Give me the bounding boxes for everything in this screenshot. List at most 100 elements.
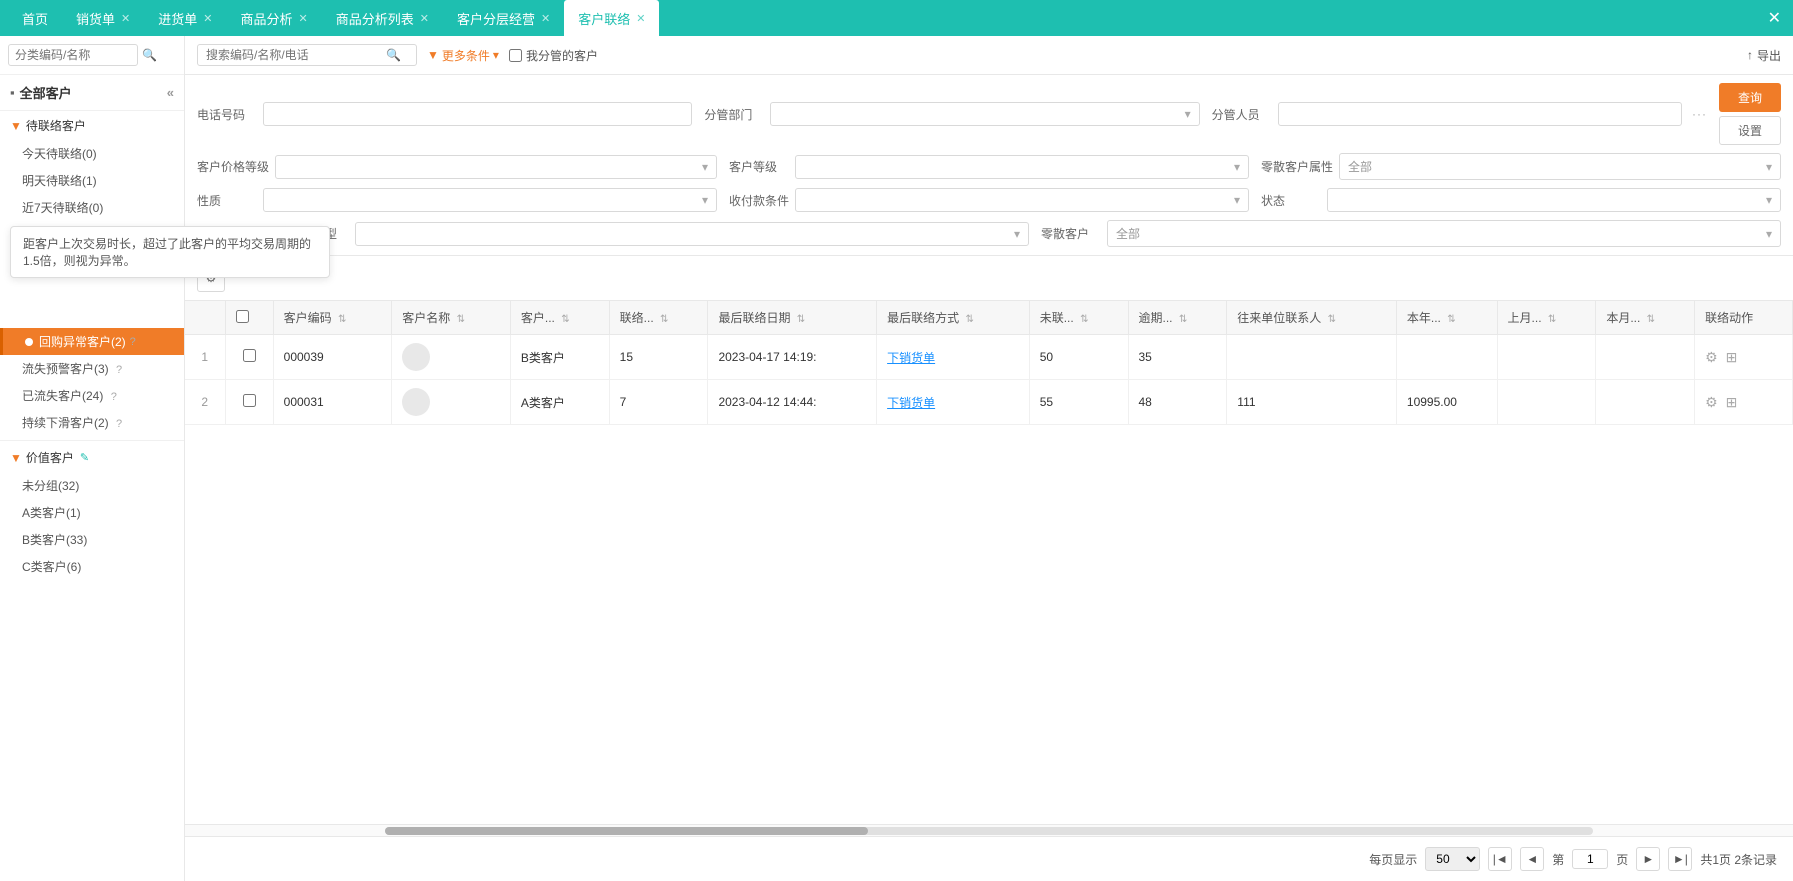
code-sort-icon: ⇅: [338, 314, 346, 325]
row2-check[interactable]: [243, 394, 256, 407]
query-button[interactable]: 查询: [1719, 83, 1781, 112]
row2-contact: 7: [609, 380, 708, 425]
nav-close-all-button[interactable]: ✕: [1768, 8, 1781, 28]
last-page-button[interactable]: ►|: [1668, 847, 1692, 871]
payment-select[interactable]: ▾: [795, 188, 1249, 212]
value-group[interactable]: ▼ 价值客户 ✎: [0, 440, 184, 472]
row1-last-month: [1497, 335, 1596, 380]
first-page-button[interactable]: |◄: [1488, 847, 1512, 871]
export-button[interactable]: ↑ 导出: [1747, 47, 1781, 64]
value-group-edit-icon[interactable]: ✎: [80, 451, 89, 464]
customer-type-select[interactable]: ▾: [355, 222, 1029, 246]
customer-level-select[interactable]: ▾: [795, 155, 1249, 179]
col-overdue[interactable]: 逾期... ⇅: [1128, 301, 1227, 335]
search-input[interactable]: [206, 48, 386, 62]
scrollbar-thumb: [385, 827, 868, 835]
col-this-year[interactable]: 本年... ⇅: [1396, 301, 1497, 335]
scatter-attr-select[interactable]: 全部 ▾: [1339, 153, 1781, 180]
sidebar-search-icon[interactable]: 🔍: [142, 48, 157, 62]
col-contact[interactable]: 联络... ⇅: [609, 301, 708, 335]
sidebar-item-b[interactable]: B类客户(33): [0, 526, 184, 553]
sidebar-item-c[interactable]: C类客户(6): [0, 553, 184, 580]
close-customer-contact-icon[interactable]: ✕: [636, 12, 645, 25]
row2-grid-icon[interactable]: ⊞: [1726, 394, 1738, 411]
scatter-attr-chevron-icon: ▾: [1766, 160, 1772, 174]
more-conditions-button[interactable]: ▼ 更多条件: [427, 47, 499, 64]
sidebar-item-repurchase[interactable]: 回购异常客户(2) ?: [0, 328, 184, 355]
sidebar-item-declining[interactable]: 持续下滑客户(2) ?: [0, 409, 184, 436]
price-chevron-icon: ▾: [702, 160, 708, 174]
pending-group[interactable]: ▼ 待联络客户: [0, 111, 184, 140]
sidebar-item-a[interactable]: A类客户(1): [0, 499, 184, 526]
filter-manager: 分管人员 ···: [1212, 102, 1707, 126]
col-unit-contact[interactable]: 往来单位联系人 ⇅: [1227, 301, 1397, 335]
col-this-month[interactable]: 本月... ⇅: [1596, 301, 1695, 335]
close-sales-icon[interactable]: ✕: [121, 12, 130, 25]
contact-sort-icon: ⇅: [660, 314, 668, 325]
sidebar-item-7days[interactable]: 近7天待联络(0): [0, 194, 184, 221]
close-purchase-icon[interactable]: ✕: [203, 12, 212, 25]
dept-chevron-icon: ▾: [1185, 107, 1191, 121]
row1-last-date: 2023-04-17 14:19:: [708, 335, 877, 380]
row1-grid-icon[interactable]: ⊞: [1726, 349, 1738, 366]
dept-select[interactable]: ▾: [770, 102, 1199, 126]
price-level-select[interactable]: ▾: [275, 155, 717, 179]
nav-sales[interactable]: 销货单 ✕: [62, 0, 144, 36]
close-product-analysis-icon[interactable]: ✕: [299, 12, 308, 25]
row2-unit-contact: 111: [1227, 380, 1397, 425]
filter-customer-level: 客户等级 ▾: [729, 155, 1249, 179]
sidebar-item-lost[interactable]: 已流失客户(24) ?: [0, 382, 184, 409]
close-customer-tier-icon[interactable]: ✕: [541, 12, 550, 25]
value-arrow-icon: ▼: [10, 451, 22, 465]
sidebar-item-ungroup[interactable]: 未分组(32): [0, 472, 184, 499]
row2-link-icon[interactable]: ⚙: [1705, 394, 1718, 411]
per-page-select[interactable]: 50 100 200: [1425, 847, 1480, 871]
nav-purchase[interactable]: 进货单 ✕: [144, 0, 226, 36]
page-suffix-label: 页: [1616, 851, 1628, 868]
nav-product-list[interactable]: 商品分析列表 ✕: [322, 0, 443, 36]
sidebar-collapse-button[interactable]: «: [167, 85, 174, 100]
table-row: 1 000039 B类客户: [185, 335, 1793, 380]
page-number-input[interactable]: [1572, 849, 1608, 869]
status-select[interactable]: ▾: [1327, 188, 1781, 212]
prev-page-button[interactable]: ◄: [1520, 847, 1544, 871]
select-all-checkbox[interactable]: [236, 310, 249, 323]
settings-button[interactable]: 设置: [1719, 116, 1781, 145]
col-type[interactable]: 客户... ⇅: [510, 301, 609, 335]
nav-customer-tier[interactable]: 客户分层经营 ✕: [443, 0, 564, 36]
row1-link-icon[interactable]: ⚙: [1705, 349, 1718, 366]
close-product-list-icon[interactable]: ✕: [420, 12, 429, 25]
col-last-date[interactable]: 最后联络日期 ⇅: [708, 301, 877, 335]
sidebar-search-area: 🔍: [0, 36, 184, 75]
question-icon: ?: [130, 336, 136, 348]
sidebar-item-loss-warning[interactable]: 流失预警客户(3) ?: [0, 355, 184, 382]
customer-type-chevron-icon: ▾: [1014, 227, 1020, 241]
scatter-select[interactable]: 全部 ▾: [1107, 220, 1781, 247]
all-customers-header[interactable]: ▪ 全部客户 «: [0, 75, 184, 111]
filter-row-3: 性质 ▾ 收付款条件 ▾ 状态: [197, 188, 1781, 212]
row1-check[interactable]: [243, 349, 256, 362]
phone-input[interactable]: [263, 102, 692, 126]
horizontal-scrollbar[interactable]: [185, 824, 1793, 836]
sidebar-item-tomorrow[interactable]: 明天待联络(1): [0, 167, 184, 194]
manager-dots-icon[interactable]: ···: [1692, 107, 1707, 121]
filter-phone: 电话号码: [197, 102, 692, 126]
manager-input[interactable]: [1278, 102, 1682, 126]
filter-icon: ▼: [427, 48, 439, 62]
sidebar-search-input[interactable]: [8, 44, 138, 66]
next-page-button[interactable]: ►: [1636, 847, 1660, 871]
col-uncontacted[interactable]: 未联... ⇅: [1029, 301, 1128, 335]
sidebar-item-today[interactable]: 今天待联络(0): [0, 140, 184, 167]
col-last-month[interactable]: 上月... ⇅: [1497, 301, 1596, 335]
nav-customer-contact[interactable]: 客户联络 ✕: [564, 0, 659, 36]
col-name[interactable]: 客户名称 ⇅: [392, 301, 511, 335]
col-last-method[interactable]: 最后联络方式 ⇅: [877, 301, 1030, 335]
my-customers-checkbox[interactable]: [509, 49, 522, 62]
search-icon[interactable]: 🔍: [386, 48, 401, 62]
row2-this-year: 10995.00: [1396, 380, 1497, 425]
row2-name: [392, 380, 511, 425]
nav-product-analysis[interactable]: 商品分析 ✕: [226, 0, 321, 36]
nature-select[interactable]: ▾: [263, 188, 717, 212]
nav-home[interactable]: 首页: [8, 0, 62, 36]
col-code[interactable]: 客户编码 ⇅: [273, 301, 392, 335]
